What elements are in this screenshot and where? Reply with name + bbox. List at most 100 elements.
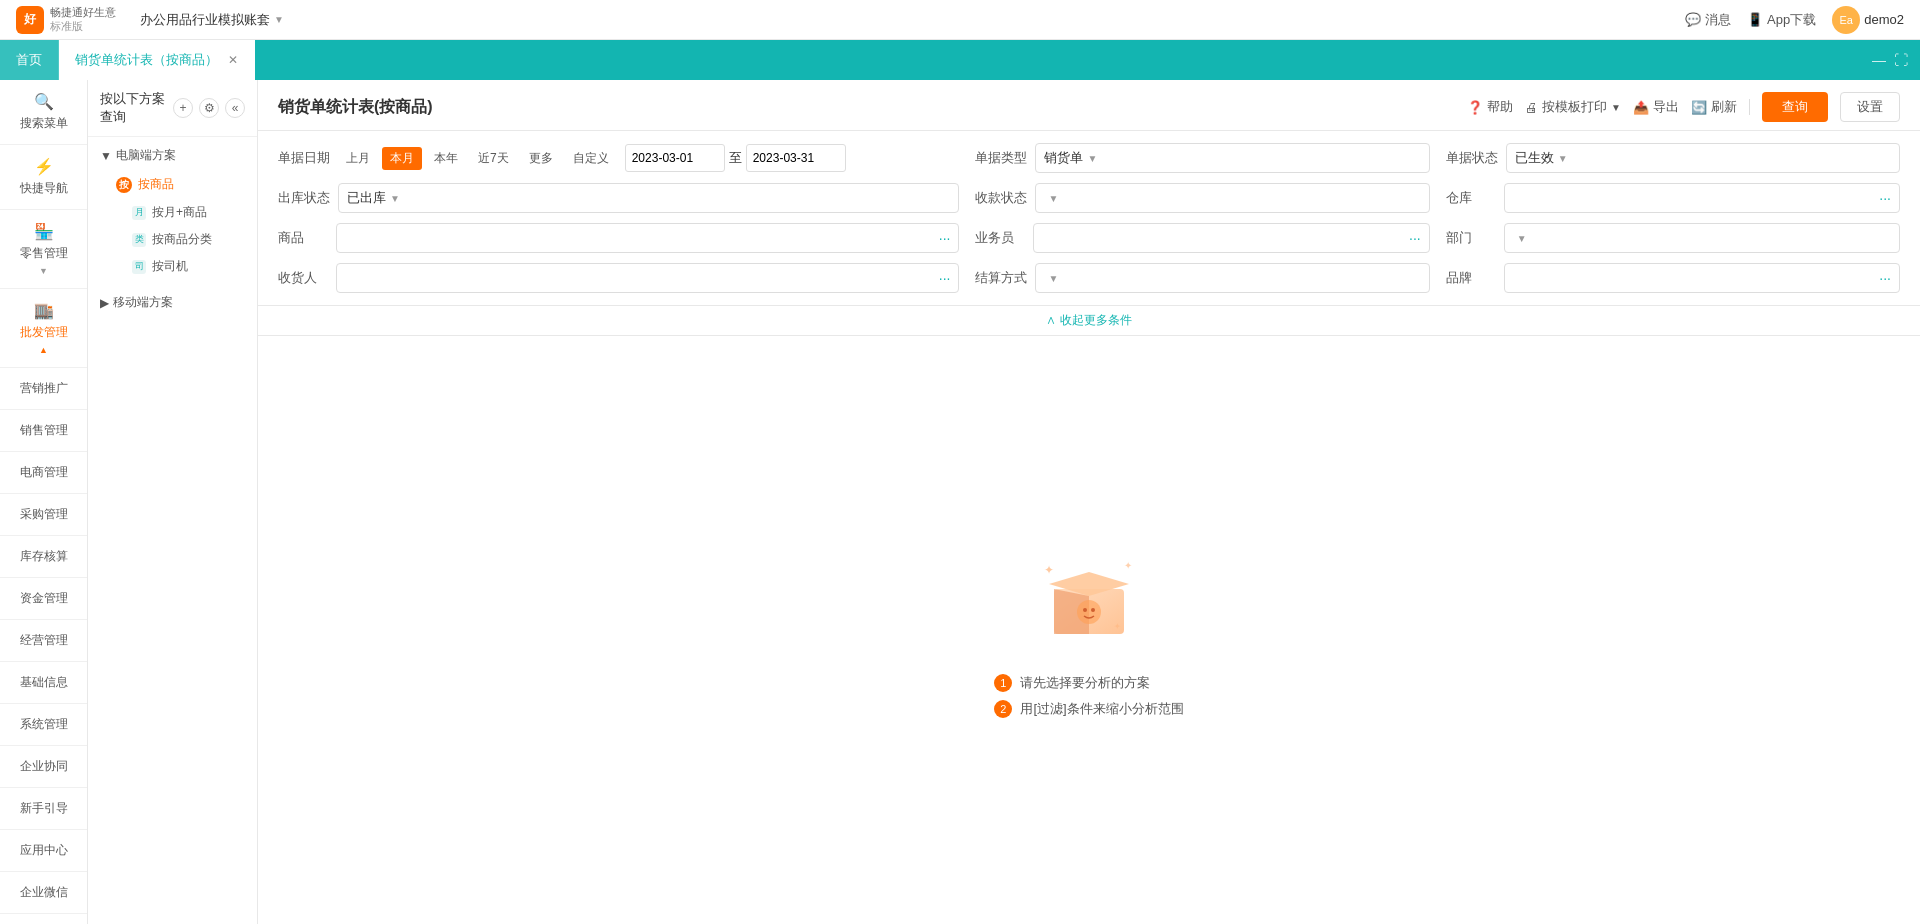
date-tab-this-year[interactable]: 本年 [426, 147, 466, 170]
logo-icon: 好 [16, 6, 44, 34]
bill-status-label: 单据状态 [1446, 149, 1498, 167]
scheme-sub-item-category[interactable]: 类 按商品分类 [88, 226, 257, 253]
export-button[interactable]: 📤 导出 [1633, 98, 1679, 116]
warehouse-select[interactable]: ··· [1504, 183, 1900, 213]
sidebar-item-business[interactable]: 经营管理 [0, 620, 87, 662]
top-header: 好 畅捷通好生意 标准版 办公用品行业模拟账套 ▼ 💬 消息 📱 App下载 E… [0, 0, 1920, 40]
scheme-add-button[interactable]: + [173, 98, 193, 118]
brand-select[interactable]: ··· [1504, 263, 1900, 293]
receiver-select[interactable]: ··· [336, 263, 959, 293]
chevron-down-icon: ▼ [1517, 233, 1527, 244]
scheme-sub-item-month-goods[interactable]: 月 按月+商品 [88, 199, 257, 226]
date-range: 至 [625, 144, 846, 172]
ellipsis-icon[interactable]: ··· [1409, 230, 1421, 246]
tab-sales-stats[interactable]: 销货单统计表（按商品） ✕ [59, 40, 255, 80]
salesman-label: 业务员 [975, 229, 1025, 247]
empty-tip-1: 1 请先选择要分析的方案 [994, 674, 1183, 692]
scheme-sub-icon-category: 类 [132, 233, 146, 247]
ellipsis-icon[interactable]: ··· [939, 230, 951, 246]
scheme-actions: + ⚙ « [173, 98, 245, 118]
sidebar-item-member[interactable]: 畅会员 [0, 914, 87, 924]
sidebar-item-system[interactable]: 系统管理 [0, 704, 87, 746]
maximize-icon[interactable]: ⛶ [1894, 52, 1908, 68]
date-separator: 至 [729, 149, 742, 167]
app-download-button[interactable]: 📱 App下载 [1747, 11, 1816, 29]
page-header: 销货单统计表(按商品) ❓ 帮助 🖨 按模板打印 ▼ 📤 导出 [258, 80, 1920, 131]
brand-label: 品牌 [1446, 269, 1496, 287]
main-layout: 🔍 搜索菜单 ⚡ 快捷导航 🏪 零售管理 ▼ 🏬 批发管理 ▲ 营销推广 销售管… [0, 80, 1920, 924]
empty-illustration: ✦ ✦ ✦ [1029, 534, 1149, 654]
sidebar-item-collab[interactable]: 企业协同 [0, 746, 87, 788]
chevron-down-icon: ▼ [1087, 153, 1097, 164]
scheme-collapse-button[interactable]: « [225, 98, 245, 118]
sidebar-item-finance[interactable]: 资金管理 [0, 578, 87, 620]
sidebar-item-purchase[interactable]: 采购管理 [0, 494, 87, 536]
scheme-group-pc-header[interactable]: ▼ 电脑端方案 [88, 141, 257, 170]
sidebar-item-ecom[interactable]: 电商管理 [0, 452, 87, 494]
sidebar-item-marketing[interactable]: 营销推广 [0, 368, 87, 410]
scheme-item-by-goods[interactable]: 按 按商品 [88, 170, 257, 199]
message-button[interactable]: 💬 消息 [1685, 11, 1731, 29]
svg-text:✦: ✦ [1044, 563, 1054, 577]
sidebar-item-retail[interactable]: 🏪 零售管理 ▼ [0, 210, 87, 289]
ellipsis-icon[interactable]: ··· [939, 270, 951, 286]
nav-icon: ⚡ [34, 157, 54, 176]
sidebar-item-sales[interactable]: 销售管理 [0, 410, 87, 452]
settings-button[interactable]: 设置 [1840, 92, 1900, 122]
sidebar-item-base[interactable]: 基础信息 [0, 662, 87, 704]
sidebar-item-wechat[interactable]: 企业微信 [0, 872, 87, 914]
print-dropdown-icon[interactable]: ▼ [1611, 102, 1621, 113]
minimize-icon[interactable]: — [1872, 52, 1886, 68]
tab-close-icon[interactable]: ✕ [228, 53, 238, 67]
receipt-status-label: 收款状态 [975, 189, 1027, 207]
filter-goods-field: 商品 ··· [278, 223, 959, 253]
sidebar-item-wholesale[interactable]: 🏬 批发管理 ▲ [0, 289, 87, 368]
export-icon: 📤 [1633, 100, 1649, 115]
sidebar-item-inventory[interactable]: 库存核算 [0, 536, 87, 578]
logo-text: 畅捷通好生意 标准版 [50, 6, 116, 32]
filter-salesman-field: 业务员 ··· [975, 223, 1429, 253]
out-status-label: 出库状态 [278, 189, 330, 207]
ellipsis-icon[interactable]: ··· [1879, 190, 1891, 206]
goods-label: 商品 [278, 229, 328, 247]
sidebar-item-search[interactable]: 🔍 搜索菜单 [0, 80, 87, 145]
scheme-group-mobile-header[interactable]: ▶ 移动端方案 [88, 288, 257, 317]
scheme-settings-button[interactable]: ⚙ [199, 98, 219, 118]
sidebar-item-guide[interactable]: 新手引导 [0, 788, 87, 830]
date-tab-more[interactable]: 更多 [521, 147, 561, 170]
filter-receipt-status-field: 收款状态 ▼ [975, 183, 1429, 213]
filter-warehouse-field: 仓库 ··· [1446, 183, 1900, 213]
sidebar: 🔍 搜索菜单 ⚡ 快捷导航 🏪 零售管理 ▼ 🏬 批发管理 ▲ 营销推广 销售管… [0, 80, 88, 924]
scheme-sub-item-driver[interactable]: 司 按司机 [88, 253, 257, 280]
page-actions: ❓ 帮助 🖨 按模板打印 ▼ 📤 导出 🔄 刷新 [1467, 92, 1900, 122]
date-tab-last-month[interactable]: 上月 [338, 147, 378, 170]
filter-row-4: 收货人 ··· 结算方式 ▼ [278, 263, 1900, 293]
settlement-select[interactable]: ▼ [1035, 263, 1429, 293]
industry-selector[interactable]: 办公用品行业模拟账套 ▼ [140, 11, 284, 29]
goods-select[interactable]: ··· [336, 223, 959, 253]
help-button[interactable]: ❓ 帮助 [1467, 98, 1513, 116]
out-status-select[interactable]: 已出库 ▼ [338, 183, 959, 213]
sidebar-item-quicknav[interactable]: ⚡ 快捷导航 [0, 145, 87, 210]
ellipsis-icon[interactable]: ··· [1879, 270, 1891, 286]
right-panel: 销货单统计表(按商品) ❓ 帮助 🖨 按模板打印 ▼ 📤 导出 [258, 80, 1920, 924]
collapse-bar[interactable]: ∧ 收起更多条件 [258, 306, 1920, 336]
bill-status-select[interactable]: 已生效 ▼ [1506, 143, 1900, 173]
retail-icon: 🏪 [34, 222, 54, 241]
salesman-select[interactable]: ··· [1033, 223, 1429, 253]
tab-home[interactable]: 首页 [0, 40, 59, 80]
bill-type-select[interactable]: 销货单 ▼ [1035, 143, 1429, 173]
date-tab-custom[interactable]: 自定义 [565, 147, 617, 170]
date-to-input[interactable] [746, 144, 846, 172]
query-button[interactable]: 查询 [1762, 92, 1828, 122]
date-tab-this-month[interactable]: 本月 [382, 147, 422, 170]
date-tab-7days[interactable]: 近7天 [470, 147, 517, 170]
receipt-status-select[interactable]: ▼ [1035, 183, 1429, 213]
refresh-button[interactable]: 🔄 刷新 [1691, 98, 1737, 116]
filter-row-1: 单据日期 上月 本月 本年 近7天 更多 自定义 [278, 143, 1900, 173]
print-button[interactable]: 🖨 按模板打印 ▼ [1525, 98, 1621, 116]
user-area[interactable]: Ea demo2 [1832, 6, 1904, 34]
date-from-input[interactable] [625, 144, 725, 172]
sidebar-item-apps[interactable]: 应用中心 [0, 830, 87, 872]
dept-select[interactable]: ▼ [1504, 223, 1900, 253]
